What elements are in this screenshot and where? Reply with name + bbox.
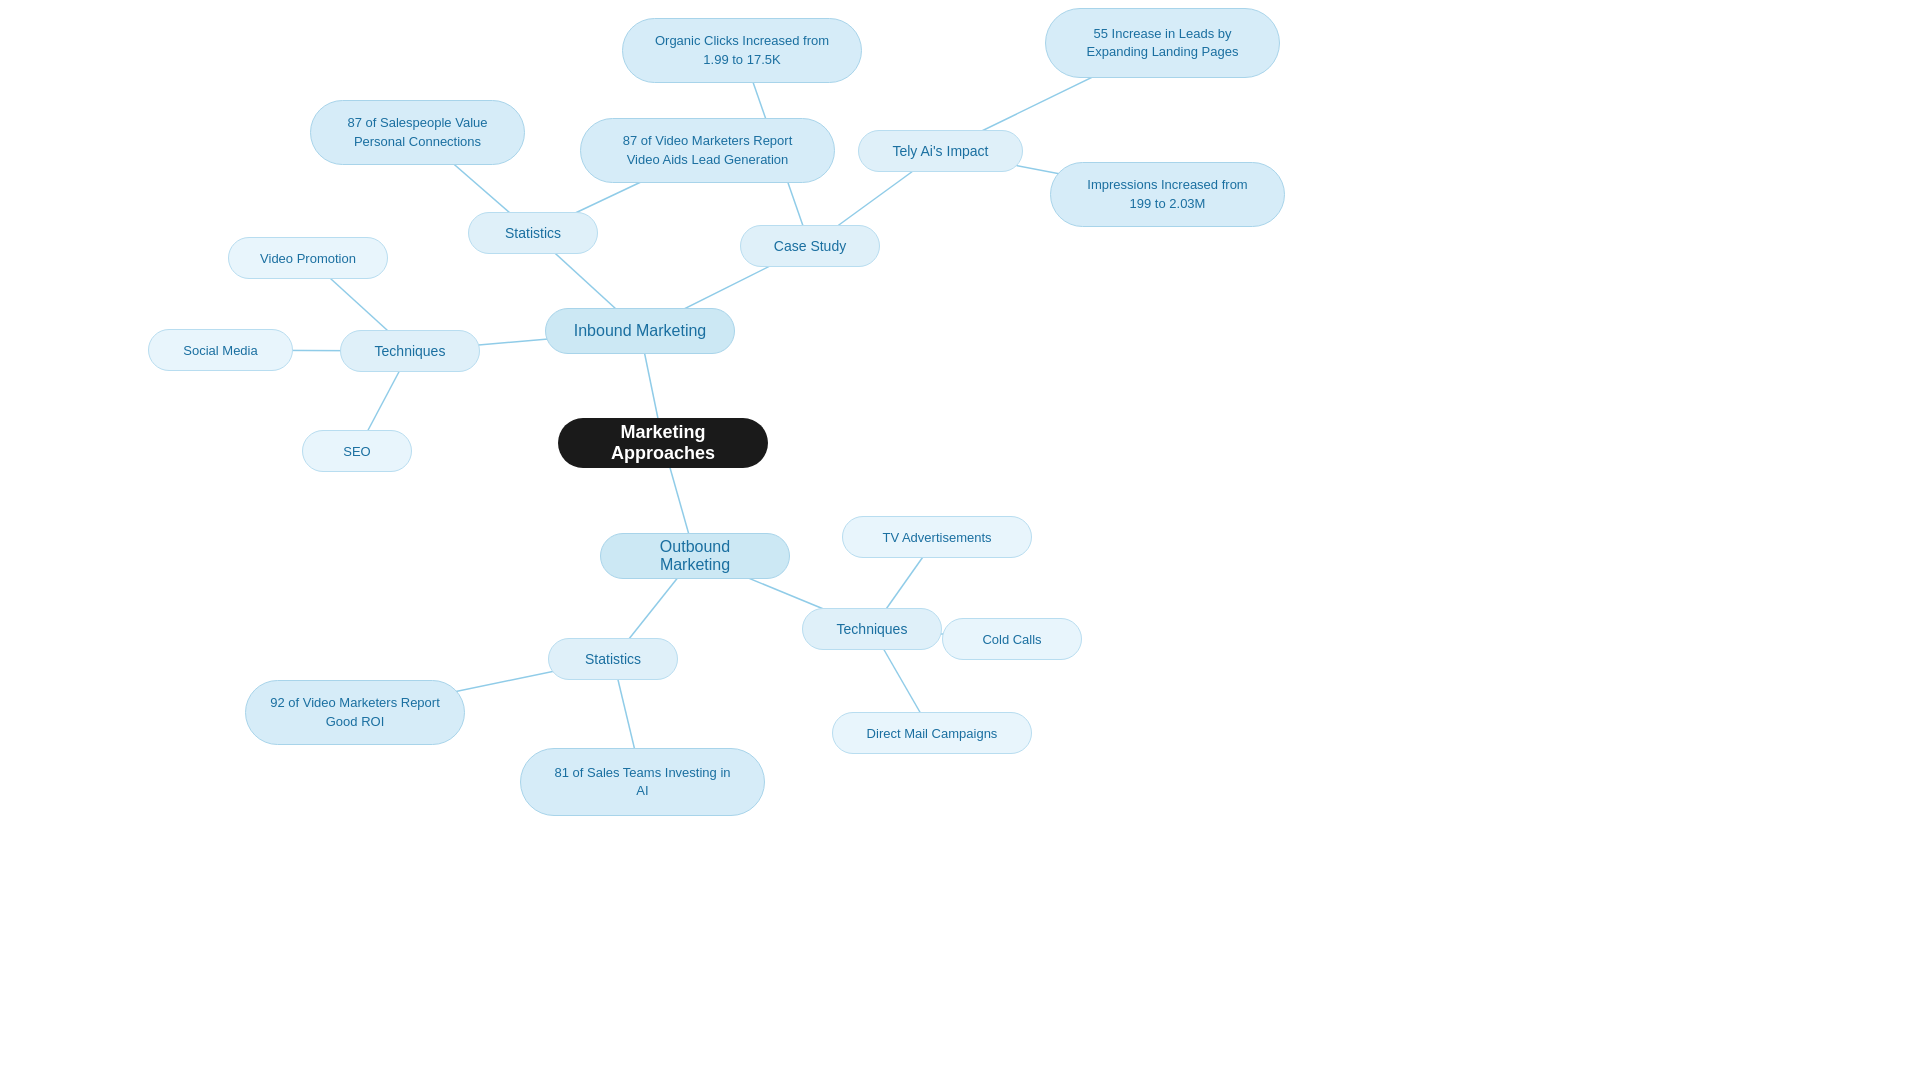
statistics-outbound-node[interactable]: Statistics: [548, 638, 678, 680]
tely-ai-label: Tely Ai's Impact: [892, 143, 988, 159]
statistics-inbound-label: Statistics: [505, 225, 561, 241]
case-study-node[interactable]: Case Study: [740, 225, 880, 267]
tv-ads-label: TV Advertisements: [882, 530, 991, 545]
inbound-marketing-node[interactable]: Inbound Marketing: [545, 308, 735, 354]
organic-clicks-label: Organic Clicks Increased from 1.99 to 17…: [655, 32, 829, 68]
center-node[interactable]: Marketing Approaches: [558, 418, 768, 468]
techniques-outbound-label: Techniques: [837, 621, 908, 637]
inbound-label: Inbound Marketing: [574, 322, 707, 340]
cold-calls-node[interactable]: Cold Calls: [942, 618, 1082, 660]
social-media-label: Social Media: [183, 343, 257, 358]
case-study-label: Case Study: [774, 238, 846, 254]
stat87-video-label: 87 of Video Marketers Report Video Aids …: [623, 132, 793, 168]
increase-leads-label: 55 Increase in Leads by Expanding Landin…: [1087, 25, 1239, 61]
direct-mail-label: Direct Mail Campaigns: [867, 726, 998, 741]
statistics-inbound-node[interactable]: Statistics: [468, 212, 598, 254]
stat92-video-node[interactable]: 92 of Video Marketers Report Good ROI: [245, 680, 465, 745]
tely-ai-node[interactable]: Tely Ai's Impact: [858, 130, 1023, 172]
impressions-node[interactable]: Impressions Increased from 199 to 2.03M: [1050, 162, 1285, 227]
stat87-salespeople-label: 87 of Salespeople Value Personal Connect…: [348, 114, 488, 150]
stat87-salespeople-node[interactable]: 87 of Salespeople Value Personal Connect…: [310, 100, 525, 165]
center-label: Marketing Approaches: [586, 422, 740, 464]
outbound-marketing-node[interactable]: Outbound Marketing: [600, 533, 790, 579]
seo-label: SEO: [343, 444, 370, 459]
impressions-label: Impressions Increased from 199 to 2.03M: [1087, 176, 1247, 212]
stat81-sales-node[interactable]: 81 of Sales Teams Investing in AI: [520, 748, 765, 816]
organic-clicks-node[interactable]: Organic Clicks Increased from 1.99 to 17…: [622, 18, 862, 83]
techniques-inbound-node[interactable]: Techniques: [340, 330, 480, 372]
techniques-outbound-node[interactable]: Techniques: [802, 608, 942, 650]
outbound-label: Outbound Marketing: [623, 538, 767, 574]
video-promotion-node[interactable]: Video Promotion: [228, 237, 388, 279]
video-promotion-label: Video Promotion: [260, 251, 356, 266]
cold-calls-label: Cold Calls: [982, 632, 1041, 647]
seo-node[interactable]: SEO: [302, 430, 412, 472]
stat92-video-label: 92 of Video Marketers Report Good ROI: [270, 694, 440, 730]
social-media-node[interactable]: Social Media: [148, 329, 293, 371]
statistics-outbound-label: Statistics: [585, 651, 641, 667]
increase-leads-node[interactable]: 55 Increase in Leads by Expanding Landin…: [1045, 8, 1280, 78]
tv-advertisements-node[interactable]: TV Advertisements: [842, 516, 1032, 558]
stat87-video-node[interactable]: 87 of Video Marketers Report Video Aids …: [580, 118, 835, 183]
direct-mail-node[interactable]: Direct Mail Campaigns: [832, 712, 1032, 754]
stat81-sales-label: 81 of Sales Teams Investing in AI: [554, 764, 730, 800]
techniques-inbound-label: Techniques: [375, 343, 446, 359]
